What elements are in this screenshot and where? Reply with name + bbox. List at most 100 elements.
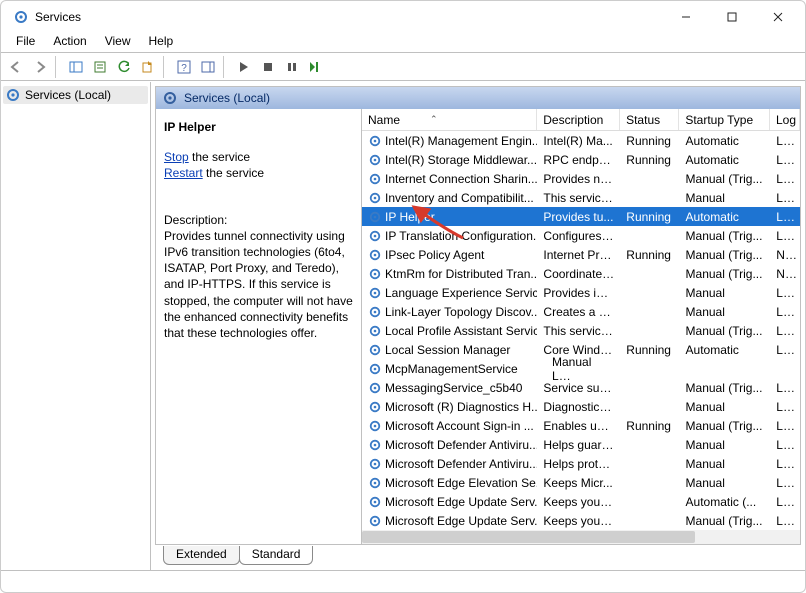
service-row[interactable]: Microsoft Defender Antiviru...Helps guar…: [362, 435, 800, 454]
service-logon: Loc: [770, 419, 800, 433]
service-icon: [368, 172, 382, 186]
col-status[interactable]: Status: [620, 109, 679, 130]
service-icon: [368, 153, 382, 167]
service-description: Helps prote...: [537, 457, 620, 471]
horizontal-scrollbar[interactable]: [362, 530, 800, 544]
action-pane-button[interactable]: [197, 56, 219, 78]
column-headers: Name⌃ Description Status Startup Type Lo…: [362, 109, 800, 131]
restart-link[interactable]: Restart: [164, 166, 203, 180]
service-name: Link-Layer Topology Discov...: [385, 305, 537, 319]
service-icon: [368, 362, 382, 376]
service-description: Provides ne...: [537, 172, 620, 186]
service-name: Internet Connection Sharin...: [385, 172, 537, 186]
pause-service-button[interactable]: [281, 56, 303, 78]
col-logon[interactable]: Log: [770, 109, 800, 130]
service-row[interactable]: IP Translation Configuration...Configure…: [362, 226, 800, 245]
service-icon: [368, 229, 382, 243]
tab-standard[interactable]: Standard: [239, 546, 314, 565]
service-icon: [368, 419, 382, 433]
service-logon: Loc: [770, 191, 800, 205]
tab-extended[interactable]: Extended: [163, 546, 240, 565]
maximize-button[interactable]: [709, 2, 755, 32]
back-button[interactable]: [5, 56, 27, 78]
restart-service-button[interactable]: [305, 56, 327, 78]
service-icon: [368, 324, 382, 338]
export-list-button[interactable]: [137, 56, 159, 78]
service-row[interactable]: Internet Connection Sharin...Provides ne…: [362, 169, 800, 188]
service-status: Running: [620, 210, 679, 224]
col-startup[interactable]: Startup Type: [679, 109, 770, 130]
service-startup: Automatic: [680, 153, 771, 167]
service-row[interactable]: Inventory and Compatibilit...This servic…: [362, 188, 800, 207]
service-startup: Manual: [680, 191, 771, 205]
service-row[interactable]: Microsoft Account Sign-in ...Enables use…: [362, 416, 800, 435]
services-window: Services File Action View Help ?: [0, 0, 806, 593]
sort-asc-icon: ⌃: [430, 114, 438, 125]
service-row[interactable]: Microsoft Edge Update Serv...Keeps your …: [362, 492, 800, 511]
service-logon: Loc: [770, 381, 800, 395]
service-row[interactable]: KtmRm for Distributed Tran...Coordinates…: [362, 264, 800, 283]
service-description: Internet Pro...: [537, 248, 620, 262]
service-name: McpManagementService: [385, 362, 518, 376]
service-startup: Manual (Trig...: [680, 248, 771, 262]
tree-services-local[interactable]: Services (Local): [3, 86, 148, 104]
col-name[interactable]: Name⌃: [362, 109, 537, 130]
service-logon: Loc: [770, 514, 800, 528]
service-row[interactable]: Intel(R) Management Engin...Intel(R) Ma.…: [362, 131, 800, 150]
service-description: Creates a N...: [537, 305, 620, 319]
service-logon: Loc: [770, 400, 800, 414]
description-panel: IP Helper Stop the service Restart the s…: [156, 109, 362, 544]
service-row[interactable]: IPsec Policy AgentInternet Pro...Running…: [362, 245, 800, 264]
service-description: Provides inf...: [537, 286, 620, 300]
service-startup: Manual: [680, 305, 771, 319]
service-row[interactable]: Microsoft Edge Update Serv...Keeps your …: [362, 511, 800, 530]
toolbar: ?: [1, 53, 805, 81]
service-logon: Loc: [770, 210, 800, 224]
service-logon: Loc: [770, 134, 800, 148]
minimize-button[interactable]: [663, 2, 709, 32]
service-icon: [368, 305, 382, 319]
service-row[interactable]: MessagingService_c5b40Service sup...Manu…: [362, 378, 800, 397]
service-logon: Loc: [770, 495, 800, 509]
service-description: Keeps your ...: [537, 495, 620, 509]
service-row[interactable]: Microsoft Edge Elevation Se...Keeps Micr…: [362, 473, 800, 492]
service-row[interactable]: Microsoft (R) Diagnostics H...Diagnostic…: [362, 397, 800, 416]
scrollbar-thumb[interactable]: [362, 531, 695, 543]
stop-service-button[interactable]: [257, 56, 279, 78]
service-row[interactable]: Microsoft Defender Antiviru...Helps prot…: [362, 454, 800, 473]
menu-help[interactable]: Help: [140, 33, 183, 50]
service-name: Microsoft Edge Update Serv...: [385, 514, 537, 528]
service-logon: Loc: [770, 172, 800, 186]
service-startup: Manual: [680, 286, 771, 300]
service-icon: [368, 457, 382, 471]
service-row[interactable]: IP HelperProvides tu...RunningAutomaticL…: [362, 207, 800, 226]
close-button[interactable]: [755, 2, 801, 32]
service-row[interactable]: Local Profile Assistant ServiceThis serv…: [362, 321, 800, 340]
service-name: Intel(R) Management Engin...: [385, 134, 537, 148]
service-icon: [368, 438, 382, 452]
show-hide-tree-button[interactable]: [65, 56, 87, 78]
menu-action[interactable]: Action: [44, 33, 95, 50]
service-name: Inventory and Compatibilit...: [385, 191, 534, 205]
service-description: RPC endpoi...: [537, 153, 620, 167]
service-description: Keeps your ...: [537, 514, 620, 528]
start-service-button[interactable]: [233, 56, 255, 78]
menu-view[interactable]: View: [96, 33, 140, 50]
stop-link[interactable]: Stop: [164, 150, 189, 164]
service-row[interactable]: Intel(R) Storage Middlewar...RPC endpoi.…: [362, 150, 800, 169]
forward-button[interactable]: [29, 56, 51, 78]
service-icon: [368, 267, 382, 281]
service-startup: Manual: [680, 438, 771, 452]
service-row[interactable]: McpManagementServiceManualLoc: [362, 359, 800, 378]
services-icon: [13, 9, 29, 25]
menu-file[interactable]: File: [7, 33, 44, 50]
service-row[interactable]: Language Experience ServiceProvides inf.…: [362, 283, 800, 302]
service-row[interactable]: Link-Layer Topology Discov...Creates a N…: [362, 302, 800, 321]
service-icon: [368, 210, 382, 224]
service-icon: [368, 495, 382, 509]
refresh-button[interactable]: [113, 56, 135, 78]
col-description[interactable]: Description: [537, 109, 620, 130]
properties-button[interactable]: [89, 56, 111, 78]
help-button[interactable]: ?: [173, 56, 195, 78]
service-description: Intel(R) Ma...: [537, 134, 620, 148]
